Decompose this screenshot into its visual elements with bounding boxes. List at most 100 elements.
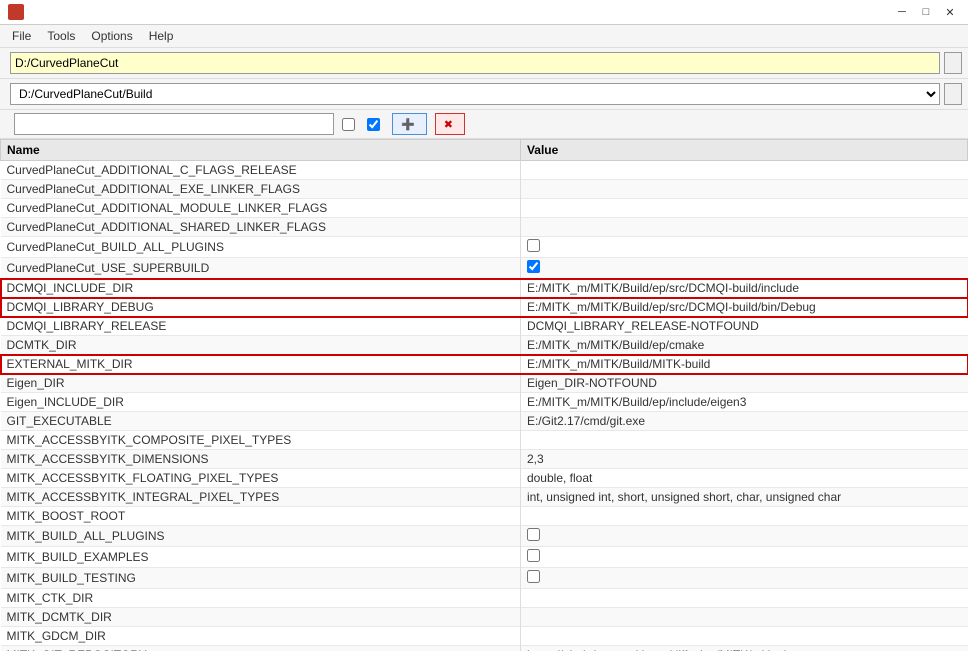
table-row[interactable]: MITK_BUILD_ALL_PLUGINS [1, 526, 968, 547]
variable-checkbox[interactable] [527, 260, 540, 273]
cell-variable-value: double, float [520, 469, 967, 488]
grouped-checkbox[interactable] [342, 118, 355, 131]
menu-options[interactable]: Options [83, 27, 140, 45]
cell-variable-name: MITK_CTK_DIR [1, 589, 521, 608]
header-name: Name [1, 140, 521, 161]
cell-variable-name: CurvedPlaneCut_ADDITIONAL_SHARED_LINKER_… [1, 218, 521, 237]
cell-variable-name: CurvedPlaneCut_ADDITIONAL_EXE_LINKER_FLA… [1, 180, 521, 199]
title-bar: ─ □ ✕ [0, 0, 968, 25]
cell-variable-name: MITK_ACCESSBYITK_FLOATING_PIXEL_TYPES [1, 469, 521, 488]
cell-variable-value [520, 431, 967, 450]
cell-variable-name: Eigen_DIR [1, 374, 521, 393]
table-row[interactable]: Eigen_INCLUDE_DIRE:/MITK_m/MITK/Build/ep… [1, 393, 968, 412]
cell-variable-value [520, 180, 967, 199]
table-row[interactable]: EXTERNAL_MITK_DIRE:/MITK_m/MITK/Build/MI… [1, 355, 968, 374]
cell-variable-value [520, 608, 967, 627]
plus-icon: ➕ [401, 118, 415, 131]
table-row[interactable]: CurvedPlaneCut_USE_SUPERBUILD [1, 258, 968, 279]
table-row[interactable]: GIT_EXECUTABLEE:/Git2.17/cmd/git.exe [1, 412, 968, 431]
table-row[interactable]: CurvedPlaneCut_ADDITIONAL_C_FLAGS_RELEAS… [1, 161, 968, 180]
cell-variable-value: Eigen_DIR-NOTFOUND [520, 374, 967, 393]
table-row[interactable]: CurvedPlaneCut_ADDITIONAL_MODULE_LINKER_… [1, 199, 968, 218]
variable-checkbox[interactable] [527, 528, 540, 541]
variable-checkbox[interactable] [527, 549, 540, 562]
cell-variable-value[interactable] [520, 568, 967, 589]
table-row[interactable]: MITK_ACCESSBYITK_DIMENSIONS2,3 [1, 450, 968, 469]
table-row[interactable]: CurvedPlaneCut_ADDITIONAL_EXE_LINKER_FLA… [1, 180, 968, 199]
cell-variable-name: Eigen_INCLUDE_DIR [1, 393, 521, 412]
minimize-button[interactable]: ─ [892, 4, 912, 20]
add-entry-button[interactable]: ➕ [392, 113, 427, 135]
cell-variable-value: E:/MITK_m/MITK/Build/MITK-build [520, 355, 967, 374]
advanced-checkbox-group [367, 118, 384, 131]
table-row[interactable]: MITK_BOOST_ROOT [1, 507, 968, 526]
variable-checkbox[interactable] [527, 239, 540, 252]
table-row[interactable]: MITK_GDCM_DIR [1, 627, 968, 646]
advanced-checkbox[interactable] [367, 118, 380, 131]
cell-variable-name: MITK_BUILD_ALL_PLUGINS [1, 526, 521, 547]
cell-variable-name: MITK_BUILD_TESTING [1, 568, 521, 589]
grouped-checkbox-group [342, 118, 359, 131]
cell-variable-value[interactable] [520, 547, 967, 568]
cell-variable-value: int, unsigned int, short, unsigned short… [520, 488, 967, 507]
table-row[interactable]: DCMQI_LIBRARY_DEBUGE:/MITK_m/MITK/Build/… [1, 298, 968, 317]
cell-variable-value[interactable] [520, 237, 967, 258]
cell-variable-value [520, 589, 967, 608]
cell-variable-value: E:/MITK_m/MITK/Build/ep/cmake [520, 336, 967, 355]
menu-file[interactable]: File [4, 27, 39, 45]
table-row[interactable]: CurvedPlaneCut_ADDITIONAL_SHARED_LINKER_… [1, 218, 968, 237]
cell-variable-name: DCMQI_LIBRARY_DEBUG [1, 298, 521, 317]
cell-variable-name: EXTERNAL_MITK_DIR [1, 355, 521, 374]
table-row[interactable]: MITK_ACCESSBYITK_INTEGRAL_PIXEL_TYPESint… [1, 488, 968, 507]
cell-variable-name: MITK_ACCESSBYITK_COMPOSITE_PIXEL_TYPES [1, 431, 521, 450]
remove-icon: ✖ [444, 118, 453, 131]
cell-variable-value [520, 507, 967, 526]
cell-variable-name: CurvedPlaneCut_ADDITIONAL_C_FLAGS_RELEAS… [1, 161, 521, 180]
cell-variable-name: GIT_EXECUTABLE [1, 412, 521, 431]
cell-variable-value: E:/Git2.17/cmd/git.exe [520, 412, 967, 431]
table-row[interactable]: CurvedPlaneCut_BUILD_ALL_PLUGINS [1, 237, 968, 258]
close-button[interactable]: ✕ [940, 4, 960, 20]
variable-checkbox[interactable] [527, 570, 540, 583]
cell-variable-name: MITK_ACCESSBYITK_DIMENSIONS [1, 450, 521, 469]
window-controls: ─ □ ✕ [892, 4, 960, 20]
cell-variable-name: MITK_BOOST_ROOT [1, 507, 521, 526]
search-input[interactable] [14, 113, 334, 135]
cell-variable-value [520, 627, 967, 646]
table-row[interactable]: DCMQI_LIBRARY_RELEASEDCMQI_LIBRARY_RELEA… [1, 317, 968, 336]
source-input[interactable] [10, 52, 940, 74]
cell-variable-name: DCMTK_DIR [1, 336, 521, 355]
table-row[interactable]: MITK_ACCESSBYITK_COMPOSITE_PIXEL_TYPES [1, 431, 968, 450]
source-toolbar [0, 48, 968, 79]
table-row[interactable]: DCMTK_DIRE:/MITK_m/MITK/Build/ep/cmake [1, 336, 968, 355]
table-row[interactable]: DCMQI_INCLUDE_DIRE:/MITK_m/MITK/Build/ep… [1, 279, 968, 298]
cell-variable-value[interactable] [520, 526, 967, 547]
table-row[interactable]: MITK_ACCESSBYITK_FLOATING_PIXEL_TYPESdou… [1, 469, 968, 488]
cell-variable-value: 2,3 [520, 450, 967, 469]
cell-variable-name: DCMQI_INCLUDE_DIR [1, 279, 521, 298]
build-select[interactable]: D:/CurvedPlaneCut/Build [10, 83, 940, 105]
table-row[interactable]: Eigen_DIREigen_DIR-NOTFOUND [1, 374, 968, 393]
menu-help[interactable]: Help [141, 27, 182, 45]
header-value: Value [520, 140, 967, 161]
table-row[interactable]: MITK_BUILD_TESTING [1, 568, 968, 589]
cell-variable-name: DCMQI_LIBRARY_RELEASE [1, 317, 521, 336]
table-row[interactable]: MITK_DCMTK_DIR [1, 608, 968, 627]
browse-build-button[interactable] [944, 83, 962, 105]
variables-table: Name Value CurvedPlaneCut_ADDITIONAL_C_F… [0, 139, 968, 651]
table-row[interactable]: MITK_GIT_REPOSITORYhttps://phabricator.m… [1, 646, 968, 651]
table-row[interactable]: MITK_CTK_DIR [1, 589, 968, 608]
cell-variable-name: MITK_GDCM_DIR [1, 627, 521, 646]
cell-variable-value[interactable] [520, 258, 967, 279]
cell-variable-value: https://phabricator.mitk.org/diffusion/M… [520, 646, 967, 651]
app-logo [8, 4, 24, 20]
table-row[interactable]: MITK_BUILD_EXAMPLES [1, 547, 968, 568]
menu-tools[interactable]: Tools [39, 27, 83, 45]
maximize-button[interactable]: □ [916, 4, 936, 20]
cell-variable-name: CurvedPlaneCut_BUILD_ALL_PLUGINS [1, 237, 521, 258]
cmake-table: Name Value CurvedPlaneCut_ADDITIONAL_C_F… [0, 139, 968, 651]
remove-entry-button[interactable]: ✖ [435, 113, 465, 135]
cell-variable-name: MITK_BUILD_EXAMPLES [1, 547, 521, 568]
browse-source-button[interactable] [944, 52, 962, 74]
menu-bar: File Tools Options Help [0, 25, 968, 48]
